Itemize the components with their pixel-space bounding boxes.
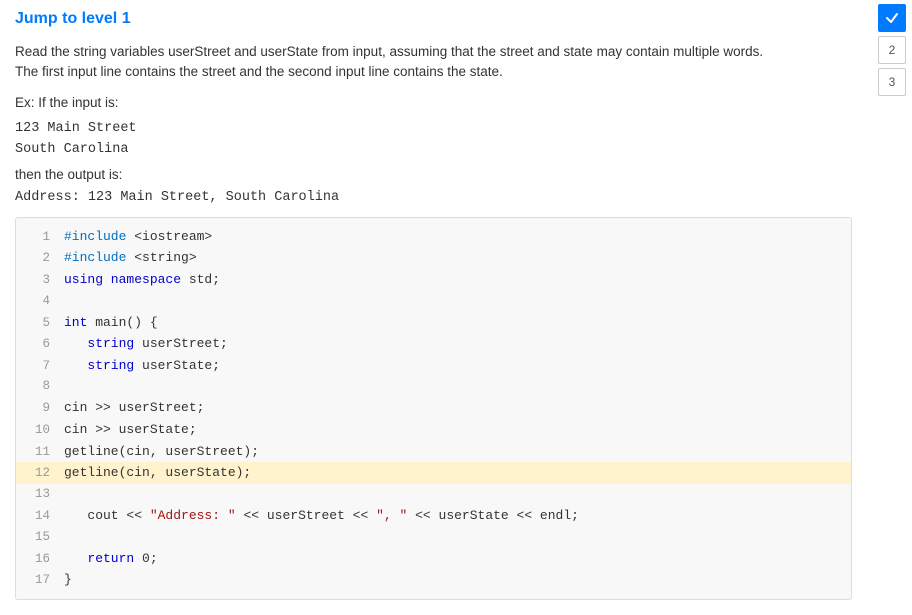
line-content-6: string userStreet; bbox=[64, 333, 228, 354]
code-line-9: 9 cin >> userStreet; bbox=[16, 397, 851, 419]
code-line-10: 10 cin >> userState; bbox=[16, 419, 851, 441]
line-num-2: 2 bbox=[26, 248, 50, 269]
code-line-16: 16 return 0; bbox=[16, 548, 851, 570]
line-num-14: 14 bbox=[26, 506, 50, 527]
code-line-7: 7 string userState; bbox=[16, 355, 851, 377]
code-line-2: 2 #include <string> bbox=[16, 247, 851, 269]
line-num-9: 9 bbox=[26, 398, 50, 419]
sidebar: 2 3 bbox=[872, 0, 912, 100]
line-content-3: using namespace std; bbox=[64, 269, 220, 290]
code-line-11: 11 getline(cin, userStreet); bbox=[16, 441, 851, 463]
line-num-1: 1 bbox=[26, 227, 50, 248]
code-line-14: 14 cout << "Address: " << userStreet << … bbox=[16, 505, 851, 527]
code-line-15: 15 bbox=[16, 527, 851, 548]
line-num-4: 4 bbox=[26, 291, 50, 312]
line-content-2: #include <string> bbox=[64, 247, 197, 268]
line-num-3: 3 bbox=[26, 270, 50, 291]
code-line-17: 17 } bbox=[16, 569, 851, 591]
line-content-16: return 0; bbox=[64, 548, 158, 569]
line-num-15: 15 bbox=[26, 527, 50, 548]
level-btn-2-label: 2 bbox=[889, 43, 896, 57]
line-content-9: cin >> userStreet; bbox=[64, 397, 204, 418]
line-content-1: #include <iostream> bbox=[64, 226, 212, 247]
then-output-label: then the output is: bbox=[15, 167, 852, 182]
example-input-line-1: 123 Main Street bbox=[15, 118, 852, 140]
code-line-4: 4 bbox=[16, 291, 851, 312]
line-content-7: string userState; bbox=[64, 355, 220, 376]
line-num-6: 6 bbox=[26, 334, 50, 355]
code-line-3: 3 using namespace std; bbox=[16, 269, 851, 291]
line-content-11: getline(cin, userStreet); bbox=[64, 441, 259, 462]
example-input-line-2: South Carolina bbox=[15, 139, 852, 161]
line-content-17: } bbox=[64, 569, 72, 590]
line-content-14: cout << "Address: " << userStreet << ", … bbox=[64, 505, 579, 526]
line-num-7: 7 bbox=[26, 356, 50, 377]
code-line-6: 6 string userStreet; bbox=[16, 333, 851, 355]
line-content-12: getline(cin, userState); bbox=[64, 462, 251, 483]
example-output-line: Address: 123 Main Street, South Carolina bbox=[15, 190, 852, 205]
main-content: Jump to level 1 Read the string variable… bbox=[0, 0, 867, 615]
example-input: 123 Main Street South Carolina bbox=[15, 118, 852, 161]
line-content-10: cin >> userState; bbox=[64, 419, 197, 440]
line-content-5: int main() { bbox=[64, 312, 158, 333]
line-num-8: 8 bbox=[26, 376, 50, 397]
example-label: Ex: If the input is: bbox=[15, 95, 852, 110]
code-line-12: 12 getline(cin, userState); bbox=[16, 462, 851, 484]
line-num-5: 5 bbox=[26, 313, 50, 334]
level-btn-1[interactable] bbox=[878, 4, 906, 32]
code-editor[interactable]: 1 #include <iostream> 2 #include <string… bbox=[15, 217, 852, 600]
line-num-13: 13 bbox=[26, 484, 50, 505]
jump-to-level[interactable]: Jump to level 1 bbox=[15, 10, 852, 28]
code-line-13: 13 bbox=[16, 484, 851, 505]
checkmark-icon bbox=[885, 11, 899, 25]
line-num-10: 10 bbox=[26, 420, 50, 441]
line-num-12: 12 bbox=[26, 463, 50, 484]
level-btn-3-label: 3 bbox=[889, 75, 896, 89]
code-line-5: 5 int main() { bbox=[16, 312, 851, 334]
line-num-17: 17 bbox=[26, 570, 50, 591]
line-num-11: 11 bbox=[26, 442, 50, 463]
level-btn-3[interactable]: 3 bbox=[878, 68, 906, 96]
line-num-16: 16 bbox=[26, 549, 50, 570]
description-text: Read the string variables userStreet and… bbox=[15, 42, 852, 83]
code-line-1: 1 #include <iostream> bbox=[16, 226, 851, 248]
code-line-8: 8 bbox=[16, 376, 851, 397]
level-btn-2[interactable]: 2 bbox=[878, 36, 906, 64]
